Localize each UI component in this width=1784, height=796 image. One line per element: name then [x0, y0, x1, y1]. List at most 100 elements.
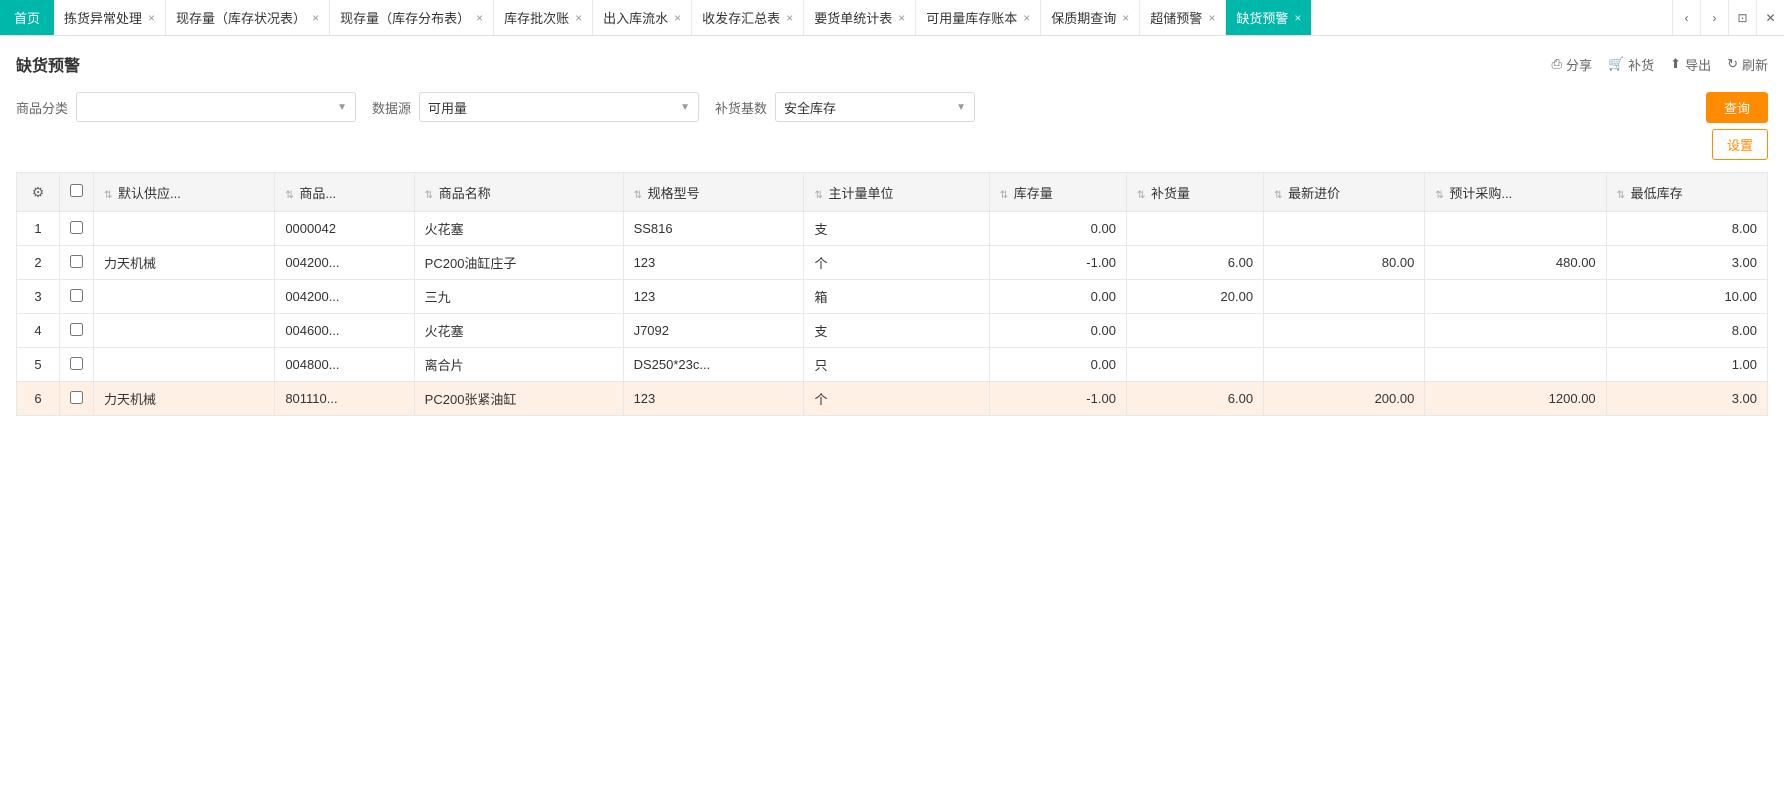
- nav-tab-8[interactable]: 保质期查询 ×: [1041, 0, 1140, 35]
- settings-button[interactable]: 设置: [1712, 129, 1768, 160]
- row-checkbox-4[interactable]: [60, 348, 94, 382]
- nav-tab-close-3[interactable]: ×: [575, 11, 582, 25]
- export-button[interactable]: ⬆ 导出: [1670, 55, 1711, 74]
- nav-next-button[interactable]: ›: [1700, 0, 1728, 36]
- row-code-1: 004200...: [275, 246, 414, 280]
- row-unit-4: 只: [804, 348, 989, 382]
- select-all-checkbox[interactable]: [70, 184, 83, 197]
- nav-tab-close-8[interactable]: ×: [1122, 11, 1129, 25]
- nav-restore-button[interactable]: ⊡: [1728, 0, 1756, 36]
- sort-icon-spec: ⇅: [634, 190, 642, 201]
- nav-tab-close-7[interactable]: ×: [1023, 11, 1030, 25]
- row-spec-0: SS816: [623, 212, 804, 246]
- sort-icon-supplier: ⇅: [104, 190, 112, 201]
- row-checkbox-input-2[interactable]: [70, 289, 83, 302]
- row-name-5: PC200张紧油缸: [414, 382, 623, 416]
- nav-tab-9[interactable]: 超储预警 ×: [1140, 0, 1226, 35]
- nav-prev-button[interactable]: ‹: [1672, 0, 1700, 36]
- replenish-label: 补货: [1628, 55, 1654, 74]
- gear-icon[interactable]: ⚙: [27, 181, 49, 203]
- nav-tab-close-0[interactable]: ×: [148, 11, 155, 25]
- nav-tab-label-3: 库存批次账: [504, 8, 569, 27]
- replenish-button[interactable]: 🛒 补货: [1608, 55, 1654, 74]
- row-checkbox-input-0[interactable]: [70, 221, 83, 234]
- category-select[interactable]: ▼: [76, 92, 356, 122]
- row-checkbox-0[interactable]: [60, 212, 94, 246]
- page-header: 缺货预警 ⎙ 分享 🛒 补货 ⬆ 导出 ↻ 刷新: [16, 52, 1768, 76]
- row-checkbox-5[interactable]: [60, 382, 94, 416]
- column-replenish: ⇅ 补货量: [1126, 173, 1263, 212]
- share-button[interactable]: ⎙ 分享: [1552, 55, 1592, 74]
- column-spec: ⇅ 规格型号: [623, 173, 804, 212]
- row-checkbox-1[interactable]: [60, 246, 94, 280]
- row-checkbox-3[interactable]: [60, 314, 94, 348]
- row-latest-price-2: [1264, 280, 1425, 314]
- datasource-value: 可用量: [428, 98, 467, 117]
- nav-tab-5[interactable]: 收发存汇总表 ×: [692, 0, 804, 35]
- row-spec-4: DS250*23c...: [623, 348, 804, 382]
- query-button[interactable]: 查询: [1706, 92, 1768, 123]
- row-stock-2: 0.00: [989, 280, 1126, 314]
- row-code-3: 004600...: [275, 314, 414, 348]
- nav-home[interactable]: 首页: [0, 0, 54, 35]
- column-checkbox: [60, 173, 94, 212]
- row-supplier-5: 力天机械: [94, 382, 275, 416]
- nav-tab-7[interactable]: 可用量库存账本 ×: [916, 0, 1041, 35]
- column-name-label: 商品名称: [439, 186, 491, 201]
- table-row: 5 004800... 离合片 DS250*23c... 只 0.00 1.00: [17, 348, 1768, 382]
- table-row: 3 004200... 三九 123 箱 0.00 20.00 10.00: [17, 280, 1768, 314]
- top-nav: 首页 拣货异常处理 × 现存量（库存状况表） × 现存量（库存分布表） × 库存…: [0, 0, 1784, 36]
- row-checkbox-2[interactable]: [60, 280, 94, 314]
- nav-tab-3[interactable]: 库存批次账 ×: [494, 0, 593, 35]
- nav-close-button[interactable]: ✕: [1756, 0, 1784, 36]
- nav-tab-1[interactable]: 现存量（库存状况表） ×: [166, 0, 330, 35]
- share-label: 分享: [1566, 55, 1592, 74]
- column-stock: ⇅ 库存量: [989, 173, 1126, 212]
- row-stock-4: 0.00: [989, 348, 1126, 382]
- filter-datasource-group: 数据源 可用量 ▼: [372, 92, 699, 122]
- filter-actions: 查询 设置: [1706, 92, 1768, 160]
- row-replenish-0: [1126, 212, 1263, 246]
- sort-icon-name: ⇅: [425, 190, 433, 201]
- column-stock-label: 库存量: [1014, 186, 1053, 201]
- row-est-purchase-5: 1200.00: [1425, 382, 1606, 416]
- nav-tab-close-10[interactable]: ×: [1294, 11, 1301, 25]
- nav-tab-label-8: 保质期查询: [1051, 8, 1116, 27]
- column-settings: ⚙: [17, 173, 60, 212]
- nav-tab-close-2[interactable]: ×: [476, 11, 483, 25]
- column-supplier-label: 默认供应...: [118, 186, 181, 201]
- nav-tab-close-6[interactable]: ×: [898, 11, 905, 25]
- row-checkbox-input-4[interactable]: [70, 357, 83, 370]
- row-est-purchase-1: 480.00: [1425, 246, 1606, 280]
- nav-tab-0[interactable]: 拣货异常处理 ×: [54, 0, 166, 35]
- sort-icon-stock: ⇅: [1000, 190, 1008, 201]
- datasource-select[interactable]: 可用量 ▼: [419, 92, 699, 122]
- nav-tab-close-4[interactable]: ×: [674, 11, 681, 25]
- nav-tab-close-9[interactable]: ×: [1208, 11, 1215, 25]
- row-name-0: 火花塞: [414, 212, 623, 246]
- nav-tab-10[interactable]: 缺货预警 ×: [1226, 0, 1312, 35]
- replenish-select[interactable]: 安全库存 ▼: [775, 92, 975, 122]
- row-min-stock-1: 3.00: [1606, 246, 1767, 280]
- filter-category-group: 商品分类 ▼: [16, 92, 356, 122]
- row-code-4: 004800...: [275, 348, 414, 382]
- row-checkbox-input-1[interactable]: [70, 255, 83, 268]
- row-checkbox-input-5[interactable]: [70, 391, 83, 404]
- refresh-button[interactable]: ↻ 刷新: [1727, 55, 1768, 74]
- replenish-chevron-icon: ▼: [956, 102, 966, 113]
- page-title: 缺货预警: [16, 52, 1552, 76]
- column-name: ⇅ 商品名称: [414, 173, 623, 212]
- main-content: 缺货预警 ⎙ 分享 🛒 补货 ⬆ 导出 ↻ 刷新 商品分类: [0, 36, 1784, 796]
- refresh-icon: ↻: [1727, 56, 1738, 72]
- nav-tab-4[interactable]: 出入库流水 ×: [593, 0, 692, 35]
- nav-tab-2[interactable]: 现存量（库存分布表） ×: [330, 0, 494, 35]
- nav-tab-close-5[interactable]: ×: [786, 11, 793, 25]
- row-latest-price-1: 80.00: [1264, 246, 1425, 280]
- row-supplier-1: 力天机械: [94, 246, 275, 280]
- replenish-icon: 🛒: [1608, 56, 1624, 72]
- nav-tab-6[interactable]: 要货单统计表 ×: [804, 0, 916, 35]
- nav-tab-label-1: 现存量（库存状况表）: [176, 8, 306, 27]
- row-supplier-4: [94, 348, 275, 382]
- row-checkbox-input-3[interactable]: [70, 323, 83, 336]
- nav-tab-close-1[interactable]: ×: [312, 11, 319, 25]
